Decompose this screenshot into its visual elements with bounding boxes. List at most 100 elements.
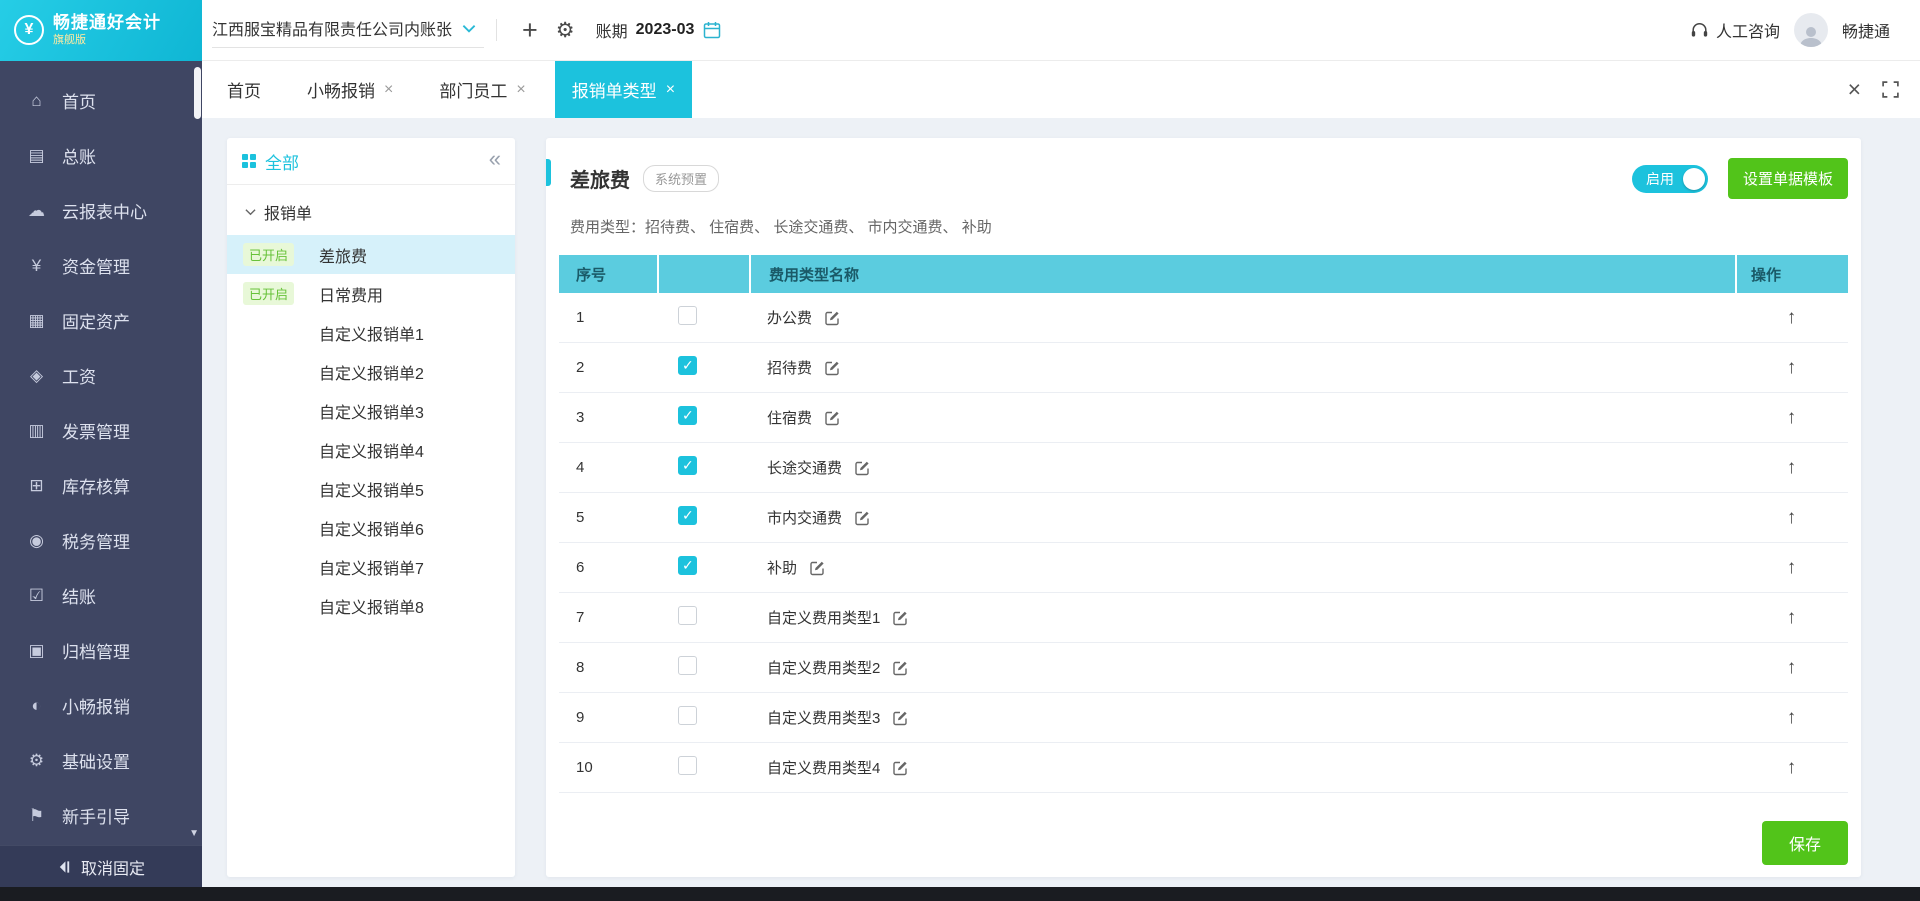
page-title: 差旅费	[570, 170, 630, 192]
row-number: 1	[576, 309, 585, 326]
tree-item-日常费用[interactable]: 已开启 日常费用	[227, 274, 515, 313]
tab-close-icon[interactable]: ×	[384, 81, 393, 99]
sidebar-item-发票管理[interactable]: ▥ 发票管理	[0, 403, 202, 458]
edit-icon[interactable]	[823, 309, 841, 327]
edition-badge: 旗舰版	[53, 33, 86, 46]
summary-label: 费用类型：	[570, 219, 646, 236]
edit-icon[interactable]	[853, 459, 871, 477]
sidebar-item-资金管理[interactable]: ¥ 资金管理	[0, 238, 202, 293]
sidebar: ⌂ 首页 ▤ 总账 ☁ 云报表中心 ¥ 资金管理 ▦ 固定资产 ◈ 工资 ▥ 发…	[0, 61, 202, 887]
tree-item-自定义报销单2[interactable]: 自定义报销单2	[227, 352, 515, 391]
edit-icon[interactable]	[891, 609, 909, 627]
tab-close-icon[interactable]: ×	[516, 81, 525, 99]
tab-报销单类型[interactable]: 报销单类型 ×	[554, 61, 693, 118]
fullscreen-icon[interactable]	[1881, 80, 1900, 99]
period-selector[interactable]: 账期 2023-03	[596, 18, 723, 42]
row-checkbox[interactable]	[678, 656, 697, 675]
move-up-button[interactable]: ↑	[1787, 557, 1797, 579]
avatar[interactable]	[1793, 13, 1828, 47]
enable-toggle[interactable]: 启用	[1631, 164, 1708, 193]
row-checkbox[interactable]	[678, 706, 697, 725]
row-checkbox[interactable]	[678, 406, 697, 425]
sidebar-item-库存核算[interactable]: ⊞ 库存核算	[0, 458, 202, 513]
unpin-button[interactable]: 取消固定	[0, 845, 202, 887]
move-up-button[interactable]: ↑	[1787, 307, 1797, 329]
move-up-button[interactable]: ↑	[1787, 657, 1797, 679]
sidebar-item-新手引导[interactable]: ⚑ 新手引导	[0, 788, 202, 843]
table-row: 7 自定义费用类型1 ↑	[559, 593, 1848, 643]
sidebar-item-基础设置[interactable]: ⚙ 基础设置	[0, 733, 202, 788]
add-button[interactable]: +	[513, 16, 547, 44]
sidebar-item-云报表中心[interactable]: ☁ 云报表中心	[0, 183, 202, 238]
header-no: 序号	[576, 266, 607, 284]
edit-icon[interactable]	[808, 559, 826, 577]
tree-item-差旅费[interactable]: 已开启 差旅费	[227, 235, 515, 274]
scroll-down-icon[interactable]: ▼	[189, 828, 199, 839]
tree-item-自定义报销单8[interactable]: 自定义报销单8	[227, 586, 515, 625]
tab-小畅报销[interactable]: 小畅报销 ×	[290, 61, 410, 118]
row-number: 7	[576, 609, 585, 626]
move-up-button[interactable]: ↑	[1787, 457, 1797, 479]
tree-item-自定义报销单5[interactable]: 自定义报销单5	[227, 469, 515, 508]
tree-item-label: 自定义报销单2	[319, 365, 424, 383]
tab-部门员工[interactable]: 部门员工 ×	[422, 61, 542, 118]
main-content: 全部 « 报销单 已开启 差旅费 已开启 日常费用 自定义报销单1 自定义报销单…	[202, 118, 1920, 887]
toggle-label: 启用	[1645, 170, 1674, 187]
tree-item-自定义报销单3[interactable]: 自定义报销单3	[227, 391, 515, 430]
tree-item-自定义报销单7[interactable]: 自定义报销单7	[227, 547, 515, 586]
tree-item-自定义报销单1[interactable]: 自定义报销单1	[227, 313, 515, 352]
tree-item-自定义报销单4[interactable]: 自定义报销单4	[227, 430, 515, 469]
sidebar-item-结账[interactable]: ☑ 结账	[0, 568, 202, 623]
tab-首页[interactable]: 首页 ×	[210, 61, 278, 118]
support-button[interactable]: 人工咨询	[1690, 18, 1780, 42]
move-up-button[interactable]: ↑	[1787, 757, 1797, 779]
sidebar-item-首页[interactable]: ⌂ 首页	[0, 73, 202, 128]
topbar-divider	[496, 19, 498, 41]
sidebar-item-工资[interactable]: ◈ 工资	[0, 348, 202, 403]
sidebar-item-label: 首页	[62, 93, 96, 112]
edit-icon[interactable]	[891, 709, 909, 727]
row-number: 4	[576, 459, 585, 476]
funds-icon: ¥	[31, 255, 42, 275]
move-up-button[interactable]: ↑	[1787, 507, 1797, 529]
move-up-button[interactable]: ↑	[1787, 707, 1797, 729]
move-up-button[interactable]: ↑	[1787, 407, 1797, 429]
expense-summary: 费用类型：招待费、 住宿费、 长途交通费、 市内交通费、 补助	[546, 199, 1861, 237]
scrollbar-thumb[interactable]	[194, 67, 201, 119]
header-checkbox	[657, 255, 749, 293]
move-up-button[interactable]: ↑	[1787, 607, 1797, 629]
tab-close-icon[interactable]: ×	[666, 81, 675, 99]
table-body: 1 办公费 ↑ 2 招待费 ↑ 3 住宿费 ↑ 4 长途交通费 ↑ 5	[559, 293, 1848, 793]
sidebar-scrollbar[interactable]	[193, 65, 201, 825]
close-icon[interactable]: ×	[1848, 78, 1861, 101]
row-checkbox[interactable]	[678, 606, 697, 625]
settings-gear-button[interactable]: ⚙	[547, 20, 584, 41]
edit-icon[interactable]	[891, 659, 909, 677]
company-selector[interactable]: 江西服宝精品有限责任公司内账张	[212, 12, 485, 48]
username[interactable]: 畅捷通	[1842, 18, 1890, 42]
row-checkbox[interactable]	[678, 556, 697, 575]
edit-icon[interactable]	[891, 759, 909, 777]
ledger-icon: ▤	[28, 145, 45, 165]
table-header: 序号 费用类型名称 操作	[559, 255, 1848, 293]
tree-item-自定义报销单6[interactable]: 自定义报销单6	[227, 508, 515, 547]
row-checkbox[interactable]	[678, 756, 697, 775]
move-up-button[interactable]: ↑	[1787, 357, 1797, 379]
detail-header: 差旅费 系统预置 启用 设置单据模板	[546, 138, 1861, 199]
row-checkbox[interactable]	[678, 356, 697, 375]
save-button[interactable]: 保存	[1761, 821, 1848, 865]
sidebar-item-税务管理[interactable]: ◉ 税务管理	[0, 513, 202, 568]
edit-icon[interactable]	[823, 409, 841, 427]
template-settings-button[interactable]: 设置单据模板	[1727, 158, 1848, 199]
sidebar-item-归档管理[interactable]: ▣ 归档管理	[0, 623, 202, 678]
sidebar-item-固定资产[interactable]: ▦ 固定资产	[0, 293, 202, 348]
edit-icon[interactable]	[823, 359, 841, 377]
sidebar-item-总账[interactable]: ▤ 总账	[0, 128, 202, 183]
tree-group-toggle[interactable]: 报销单	[227, 185, 515, 235]
row-checkbox[interactable]	[678, 506, 697, 525]
row-checkbox[interactable]	[678, 456, 697, 475]
row-checkbox[interactable]	[678, 306, 697, 325]
sidebar-item-小畅报销[interactable]: ◐ 小畅报销	[0, 678, 202, 733]
collapse-panel-button[interactable]: «	[489, 148, 501, 170]
edit-icon[interactable]	[853, 509, 871, 527]
